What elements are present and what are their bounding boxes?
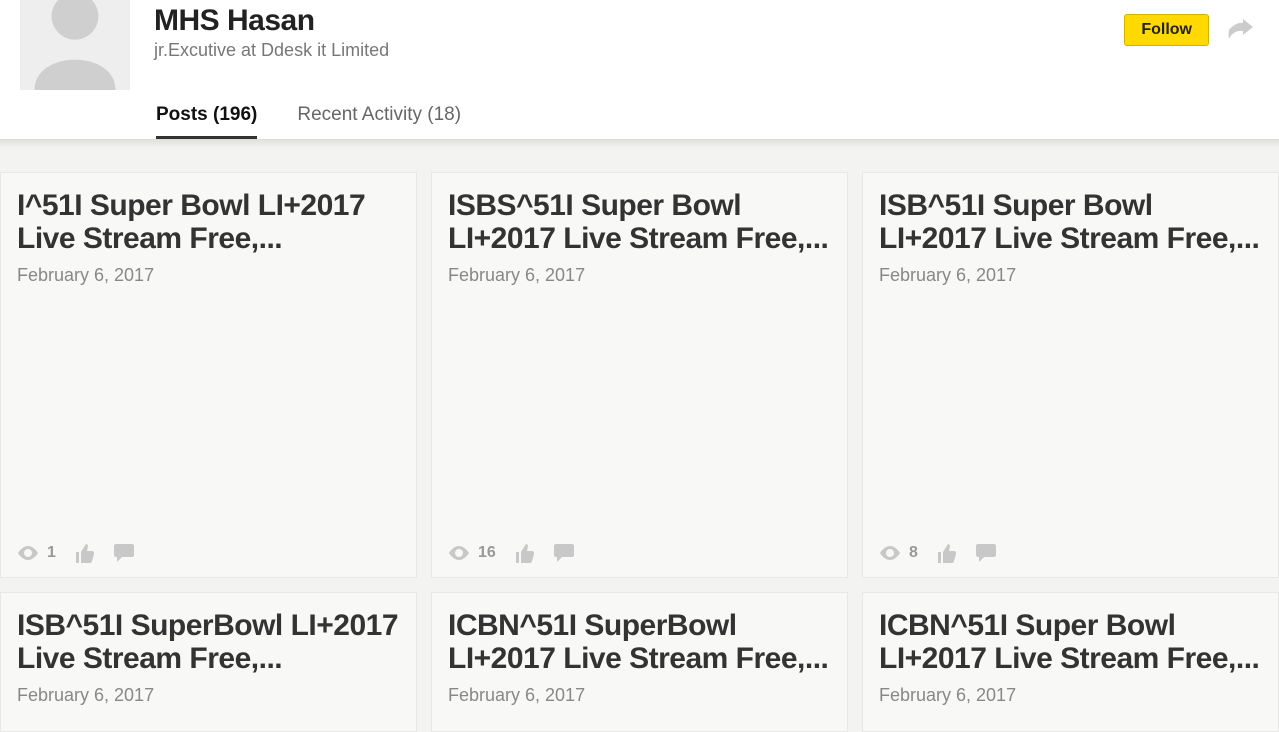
post-stats: 1	[17, 543, 400, 563]
avatar-placeholder-icon	[20, 0, 130, 90]
comment-icon[interactable]	[114, 544, 134, 562]
post-title: ICBN^51I SuperBowl LI+2017 Live Stream F…	[448, 609, 831, 675]
post-title: ISB^51I SuperBowl LI+2017 Live Stream Fr…	[17, 609, 400, 675]
post-card[interactable]: ISB^51I Super Bowl LI+2017 Live Stream F…	[862, 172, 1279, 578]
post-card[interactable]: ICBN^51I Super Bowl LI+2017 Live Stream …	[862, 592, 1279, 732]
post-stats: 16	[448, 543, 831, 563]
like-icon[interactable]	[76, 543, 94, 563]
post-card[interactable]: I^51I Super Bowl LI+2017 Live Stream Fre…	[0, 172, 417, 578]
post-card[interactable]: ISBS^51I Super Bowl LI+2017 Live Stream …	[431, 172, 848, 578]
avatar[interactable]	[20, 0, 130, 90]
tabs: Posts (196) Recent Activity (18)	[0, 90, 1279, 139]
profile-subtitle: jr.Excutive at Ddesk it Limited	[154, 40, 1124, 61]
profile-header: MHS Hasan jr.Excutive at Ddesk it Limite…	[0, 0, 1279, 140]
views-count: 16	[478, 544, 496, 562]
profile-name: MHS Hasan	[154, 4, 1124, 38]
views-icon	[17, 546, 39, 560]
comment-icon[interactable]	[976, 544, 996, 562]
like-icon[interactable]	[516, 543, 534, 563]
post-title: I^51I Super Bowl LI+2017 Live Stream Fre…	[17, 189, 400, 255]
follow-button[interactable]: Follow	[1124, 14, 1209, 46]
post-card[interactable]: ICBN^51I SuperBowl LI+2017 Live Stream F…	[431, 592, 848, 732]
views-count: 1	[47, 544, 56, 562]
views-icon	[879, 546, 901, 560]
tab-posts[interactable]: Posts (196)	[156, 104, 257, 139]
like-icon[interactable]	[938, 543, 956, 563]
post-date: February 6, 2017	[448, 685, 831, 706]
views-icon	[448, 546, 470, 560]
post-card[interactable]: ISB^51I SuperBowl LI+2017 Live Stream Fr…	[0, 592, 417, 732]
post-title: ISBS^51I Super Bowl LI+2017 Live Stream …	[448, 189, 831, 255]
post-title: ISB^51I Super Bowl LI+2017 Live Stream F…	[879, 189, 1262, 255]
posts-grid: I^51I Super Bowl LI+2017 Live Stream Fre…	[0, 148, 1279, 732]
share-icon[interactable]	[1227, 19, 1253, 41]
comment-icon[interactable]	[554, 544, 574, 562]
post-stats: 8	[879, 543, 1262, 563]
tab-recent-activity[interactable]: Recent Activity (18)	[297, 104, 461, 139]
post-date: February 6, 2017	[879, 265, 1262, 286]
post-date: February 6, 2017	[879, 685, 1262, 706]
post-date: February 6, 2017	[17, 685, 400, 706]
post-title: ICBN^51I Super Bowl LI+2017 Live Stream …	[879, 609, 1262, 675]
post-date: February 6, 2017	[17, 265, 400, 286]
post-date: February 6, 2017	[448, 265, 831, 286]
views-count: 8	[909, 544, 918, 562]
